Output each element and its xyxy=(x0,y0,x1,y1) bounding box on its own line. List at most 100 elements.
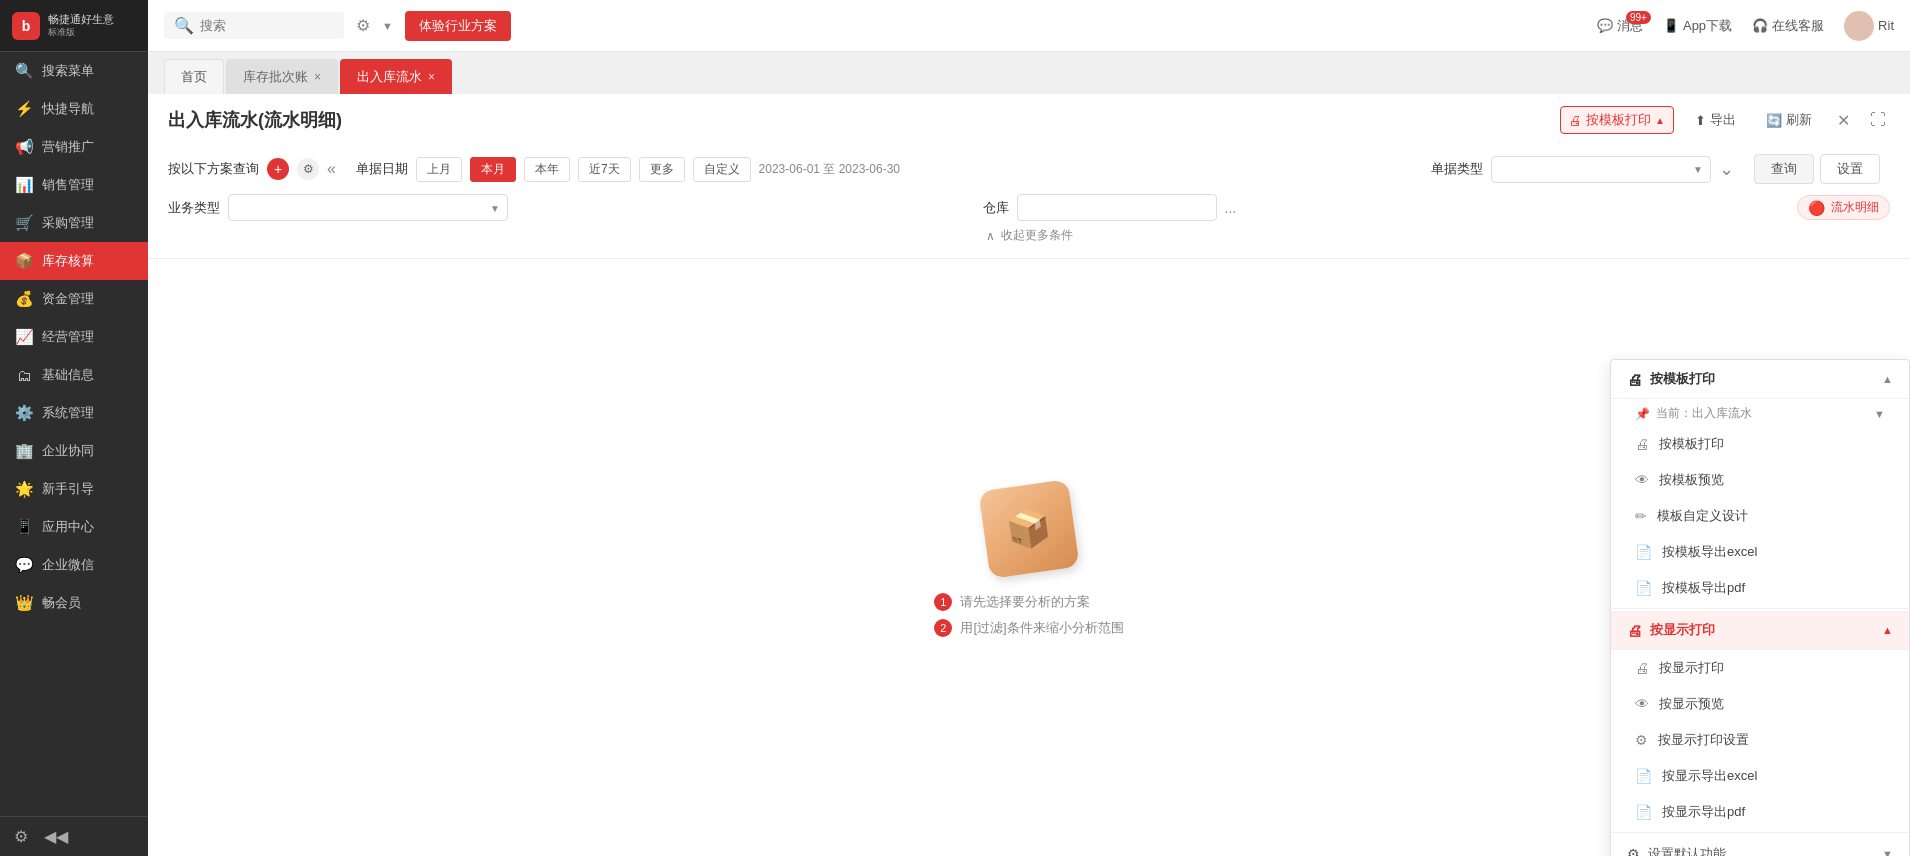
online-service-button[interactable]: 🎧 在线客服 xyxy=(1752,17,1824,35)
print-dropdown-panel: 🖨 按模板打印 ▲ 📌 当前：出入库流水 ▼ 🖨 按模板打印 xyxy=(1610,359,1910,856)
display-preview-item-label: 按显示预览 xyxy=(1659,695,1724,713)
tab-home-label: 首页 xyxy=(181,68,207,86)
settings-gear-icon[interactable]: ⚙ xyxy=(356,16,370,35)
sidebar-item-member[interactable]: 👑 畅会员 xyxy=(0,584,148,622)
dropdown-template-excel[interactable]: 📄 按模板导出excel xyxy=(1611,534,1909,570)
tab-inventory-flow[interactable]: 出入库流水 × xyxy=(340,59,452,94)
warehouse-more-icon[interactable]: ... xyxy=(1225,200,1237,216)
empty-state: 📦 1 请先选择要分析的方案 2 用[过滤]条件来缩小分析范围 xyxy=(934,479,1123,637)
template-print-button[interactable]: 🖨 按模板打印 ▲ xyxy=(1560,106,1674,134)
current-template-text: 当前：出入库流水 xyxy=(1656,405,1752,422)
quick-nav-icon: ⚡ xyxy=(14,100,34,118)
template-print-header-label: 按模板打印 xyxy=(1650,370,1715,388)
display-print-section-header[interactable]: 🖨 按显示打印 ▲ xyxy=(1611,611,1909,650)
sidebar-item-system[interactable]: ⚙️ 系统管理 xyxy=(0,394,148,432)
collapse-sidebar-icon[interactable]: ◀◀ xyxy=(44,827,68,846)
dropdown-divider xyxy=(1611,608,1909,609)
date-this-month-btn[interactable]: 本月 xyxy=(470,157,516,182)
sidebar-item-finance[interactable]: 💰 资金管理 xyxy=(0,280,148,318)
app-name: 畅捷通好生意 xyxy=(48,12,114,26)
sidebar-item-sales[interactable]: 📊 销售管理 xyxy=(0,166,148,204)
page-header: 出入库流水(流水明细) 🖨 按模板打印 ▲ ⬆ 导出 🔄 刷新 ✕ ⛶ xyxy=(148,94,1910,142)
sidebar-item-guide[interactable]: 🌟 新手引导 xyxy=(0,470,148,508)
template-print-section-header[interactable]: 🖨 按模板打印 ▲ xyxy=(1611,360,1909,399)
topbar-right: 💬 消息 99+ 📱 App下载 🎧 在线客服 Rit xyxy=(1597,11,1894,41)
tab-inventory-batch[interactable]: 库存批次账 × xyxy=(226,59,338,94)
date-more-btn[interactable]: 更多 xyxy=(639,157,685,182)
collapse-scheme-icon[interactable]: « xyxy=(327,160,336,178)
search-icon: 🔍 xyxy=(14,62,34,80)
sidebar-label-finance: 资金管理 xyxy=(42,290,94,308)
export-button[interactable]: ⬆ 导出 xyxy=(1686,106,1745,134)
step-2-text: 用[过滤]条件来缩小分析范围 xyxy=(960,619,1123,637)
query-button[interactable]: 查询 xyxy=(1754,154,1814,184)
sidebar-label-apps: 应用中心 xyxy=(42,518,94,536)
sidebar-item-apps[interactable]: 📱 应用中心 xyxy=(0,508,148,546)
sidebar-item-search[interactable]: 🔍 搜索菜单 xyxy=(0,52,148,90)
topbar-search-input[interactable] xyxy=(200,18,320,33)
filter-tag-flow[interactable]: 🔴 流水明细 xyxy=(1797,195,1890,220)
dropdown-template-custom[interactable]: ✏ 模板自定义设计 xyxy=(1611,498,1909,534)
settings-button[interactable]: 设置 xyxy=(1820,154,1880,184)
finance-icon: 💰 xyxy=(14,290,34,308)
config-scheme-button[interactable]: ⚙ xyxy=(297,158,319,180)
user-avatar-area[interactable]: Rit xyxy=(1844,11,1894,41)
tab-close-inventory-flow[interactable]: × xyxy=(428,70,435,84)
app-tag: 标准版 xyxy=(48,26,114,39)
sidebar-item-basic[interactable]: 🗂 基础信息 xyxy=(0,356,148,394)
dropdown-display-print[interactable]: 🖨 按显示打印 xyxy=(1611,650,1909,686)
sidebar-item-purchase[interactable]: 🛒 采购管理 xyxy=(0,204,148,242)
sidebar-item-enterprise[interactable]: 🏢 企业协同 xyxy=(0,432,148,470)
date-range-display: 2023-06-01 至 2023-06-30 xyxy=(759,161,900,178)
dropdown-template-print[interactable]: 🖨 按模板打印 xyxy=(1611,426,1909,462)
dropdown-arrow-icon[interactable]: ▼ xyxy=(382,20,393,32)
sidebar-item-operations[interactable]: 📈 经营管理 xyxy=(0,318,148,356)
display-print-header-label: 按显示打印 xyxy=(1650,621,1715,639)
expand-window-button[interactable]: ⛶ xyxy=(1866,109,1890,131)
add-scheme-button[interactable]: + xyxy=(267,158,289,180)
empty-steps: 1 请先选择要分析的方案 2 用[过滤]条件来缩小分析范围 xyxy=(934,593,1123,637)
message-icon: 💬 xyxy=(1597,18,1613,33)
sidebar-item-wechat[interactable]: 💬 企业微信 xyxy=(0,546,148,584)
dropdown-display-settings[interactable]: ⚙ 按显示打印设置 xyxy=(1611,722,1909,758)
template-custom-item-icon: ✏ xyxy=(1635,508,1647,524)
date-7days-btn[interactable]: 近7天 xyxy=(578,157,631,182)
close-window-button[interactable]: ✕ xyxy=(1833,109,1854,132)
message-button[interactable]: 💬 消息 99+ xyxy=(1597,17,1643,35)
marketing-icon: 📢 xyxy=(14,138,34,156)
main-area: 🔍 ⚙ ▼ 体验行业方案 💬 消息 99+ 📱 App下载 🎧 在线客服 Rit xyxy=(148,0,1910,856)
operations-icon: 📈 xyxy=(14,328,34,346)
warehouse-input[interactable] xyxy=(1017,194,1217,221)
date-this-year-btn[interactable]: 本年 xyxy=(524,157,570,182)
topbar-search-box[interactable]: 🔍 xyxy=(164,12,344,39)
current-template-arrow[interactable]: ▼ xyxy=(1874,408,1885,420)
export-icon: ⬆ xyxy=(1695,113,1706,128)
set-default-section[interactable]: ⚙ 设置默认功能 ▼ xyxy=(1611,835,1909,856)
dropdown-display-excel[interactable]: 📄 按显示导出excel xyxy=(1611,758,1909,794)
dropdown-template-pdf[interactable]: 📄 按模板导出pdf xyxy=(1611,570,1909,606)
business-type-select[interactable] xyxy=(228,194,508,221)
refresh-button[interactable]: 🔄 刷新 xyxy=(1757,106,1821,134)
tab-home[interactable]: 首页 xyxy=(164,59,224,94)
app-download-button[interactable]: 📱 App下载 xyxy=(1663,17,1732,35)
dropdown-template-preview[interactable]: 👁 按模板预览 xyxy=(1611,462,1909,498)
set-default-label: 设置默认功能 xyxy=(1648,845,1726,856)
inventory-icon: 📦 xyxy=(14,252,34,270)
display-pdf-item-label: 按显示导出pdf xyxy=(1662,803,1745,821)
step-2-num: 2 xyxy=(934,619,952,637)
sidebar-item-quick-nav[interactable]: ⚡ 快捷导航 xyxy=(0,90,148,128)
collapse-conditions-row[interactable]: ∧ 收起更多条件 xyxy=(168,221,1890,246)
tab-close-inventory-batch[interactable]: × xyxy=(314,70,321,84)
industry-solution-button[interactable]: 体验行业方案 xyxy=(405,11,511,41)
settings-icon[interactable]: ⚙ xyxy=(14,827,28,846)
sidebar-item-inventory[interactable]: 📦 库存核算 xyxy=(0,242,148,280)
bill-type-select[interactable] xyxy=(1491,156,1711,183)
date-custom-btn[interactable]: 自定义 xyxy=(693,157,751,182)
dropdown-display-preview[interactable]: 👁 按显示预览 xyxy=(1611,686,1909,722)
dropdown-display-pdf[interactable]: 📄 按显示导出pdf xyxy=(1611,794,1909,830)
date-last-month-btn[interactable]: 上月 xyxy=(416,157,462,182)
bill-type-expand-icon[interactable]: ⌄ xyxy=(1719,158,1734,180)
display-print-item-label: 按显示打印 xyxy=(1659,659,1724,677)
sidebar-label-marketing: 营销推广 xyxy=(42,138,94,156)
sidebar-item-marketing[interactable]: 📢 营销推广 xyxy=(0,128,148,166)
